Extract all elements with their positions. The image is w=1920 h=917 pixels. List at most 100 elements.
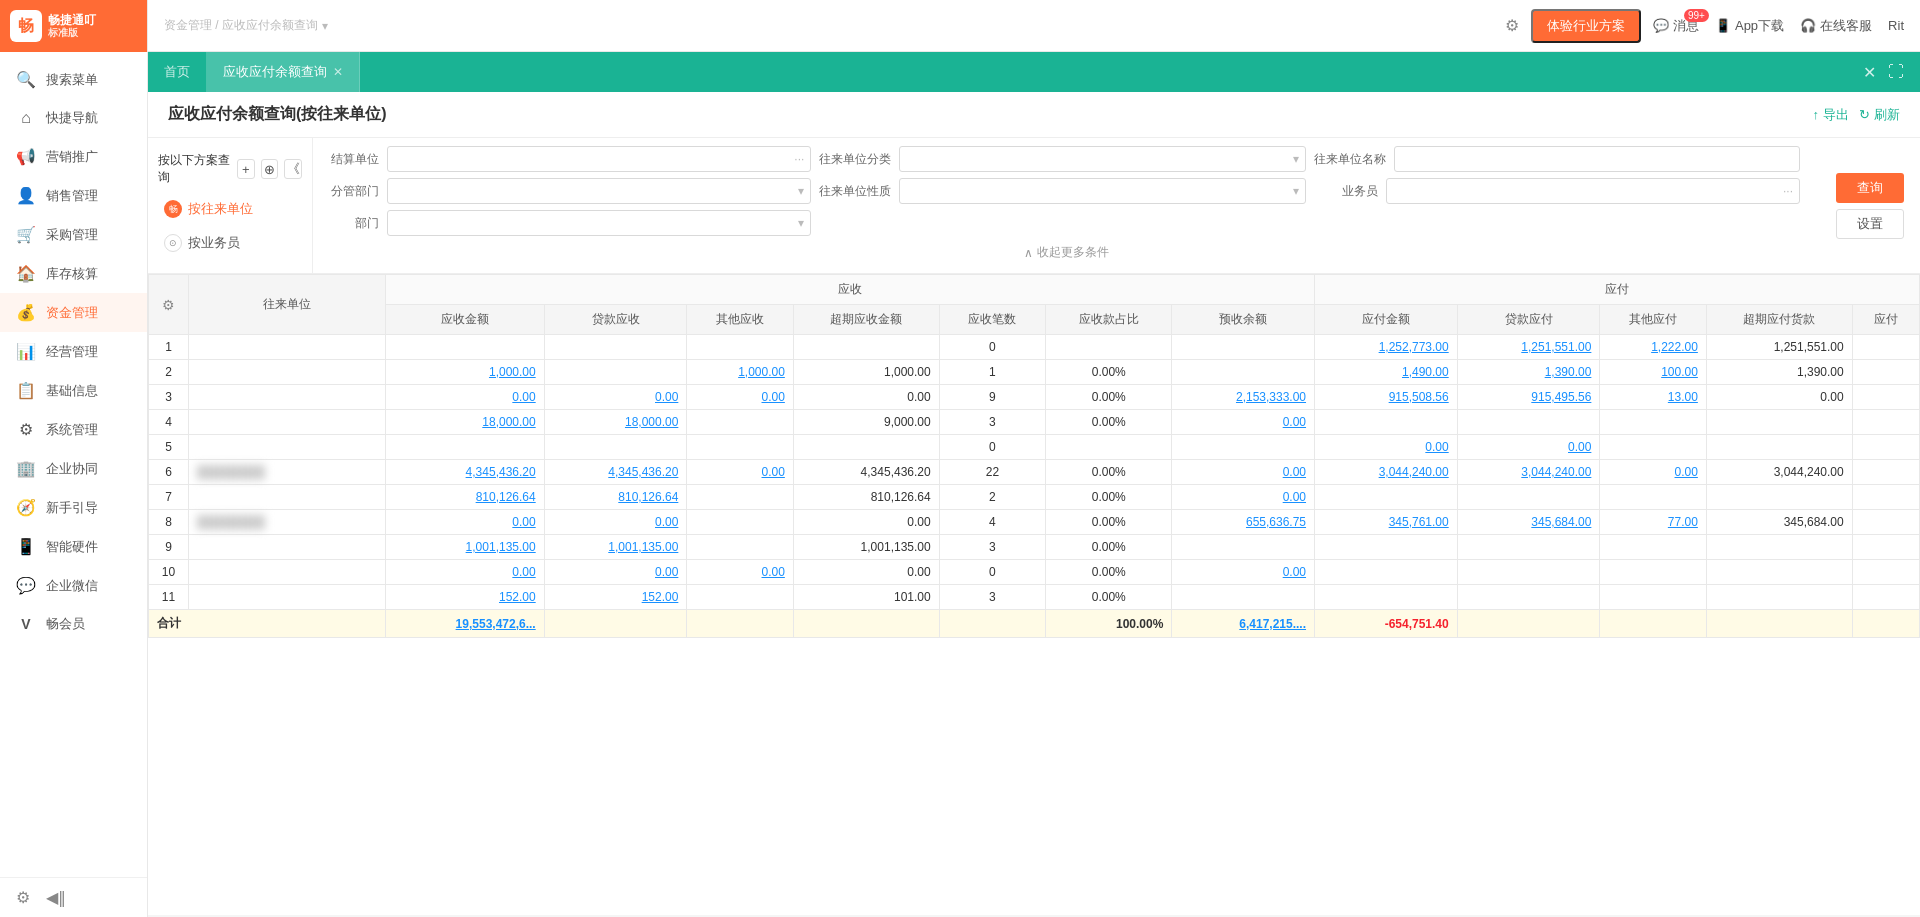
breadcrumb-dropdown[interactable]: ▾ bbox=[322, 19, 328, 33]
ar-prepay[interactable] bbox=[1172, 360, 1315, 385]
ar-amount[interactable] bbox=[385, 435, 544, 460]
ap-other[interactable]: 100.00 bbox=[1600, 360, 1707, 385]
sidebar-item-purchase[interactable]: 🛒 采购管理 bbox=[0, 215, 147, 254]
ar-loan[interactable]: 0.00 bbox=[544, 510, 687, 535]
ar-loan[interactable]: 152.00 bbox=[544, 585, 687, 610]
sidebar-item-vip[interactable]: V 畅会员 bbox=[0, 605, 147, 643]
ap-other[interactable]: 1,222.00 bbox=[1600, 335, 1707, 360]
ar-prepay[interactable]: 0.00 bbox=[1172, 460, 1315, 485]
refresh-button[interactable]: ↻ 刷新 bbox=[1859, 106, 1900, 124]
ar-other[interactable]: 0.00 bbox=[687, 385, 794, 410]
collapse-query-button[interactable]: 《 bbox=[284, 159, 302, 179]
sidebar-item-hardware[interactable]: 📱 智能硬件 bbox=[0, 527, 147, 566]
tab-balance[interactable]: 应收应付余额查询 ✕ bbox=[207, 52, 360, 92]
sidebar-item-basic[interactable]: 📋 基础信息 bbox=[0, 371, 147, 410]
ar-amount[interactable]: 152.00 bbox=[385, 585, 544, 610]
ar-other[interactable] bbox=[687, 510, 794, 535]
query-by-staff[interactable]: ⊙ 按业务员 bbox=[148, 226, 312, 260]
ap-amount[interactable] bbox=[1315, 585, 1458, 610]
salesman-input[interactable]: ··· bbox=[1386, 178, 1800, 204]
partner-name-input[interactable] bbox=[1394, 146, 1800, 172]
sidebar-item-wechat[interactable]: 💬 企业微信 bbox=[0, 566, 147, 605]
ar-other[interactable] bbox=[687, 435, 794, 460]
ap-loan[interactable]: 1,390.00 bbox=[1457, 360, 1600, 385]
ap-other[interactable]: 13.00 bbox=[1600, 385, 1707, 410]
ar-loan[interactable]: 18,000.00 bbox=[544, 410, 687, 435]
ap-amount[interactable]: 0.00 bbox=[1315, 435, 1458, 460]
sidebar-item-system[interactable]: ⚙ 系统管理 bbox=[0, 410, 147, 449]
ap-other[interactable] bbox=[1600, 585, 1707, 610]
ar-amount[interactable] bbox=[385, 335, 544, 360]
ap-loan[interactable] bbox=[1457, 535, 1600, 560]
topbar-gear-icon[interactable]: ⚙ bbox=[1505, 16, 1519, 35]
ap-loan[interactable] bbox=[1457, 585, 1600, 610]
settings-button[interactable]: 设置 bbox=[1836, 209, 1904, 239]
ar-other[interactable] bbox=[687, 410, 794, 435]
ar-amount[interactable]: 4,345,436.20 bbox=[385, 460, 544, 485]
add-query-button[interactable]: + bbox=[237, 159, 255, 179]
sidebar-item-inventory[interactable]: 🏠 库存核算 bbox=[0, 254, 147, 293]
ar-loan[interactable] bbox=[544, 360, 687, 385]
query-button[interactable]: 查询 bbox=[1836, 173, 1904, 203]
ap-amount[interactable] bbox=[1315, 560, 1458, 585]
branch-dept-input[interactable]: ▾ bbox=[387, 178, 811, 204]
ar-loan[interactable]: 1,001,135.00 bbox=[544, 535, 687, 560]
ap-loan[interactable] bbox=[1457, 560, 1600, 585]
ap-amount[interactable]: 3,044,240.00 bbox=[1315, 460, 1458, 485]
topbar-message-button[interactable]: 💬 消息 99+ bbox=[1653, 17, 1699, 35]
sidebar-item-nav[interactable]: ⌂ 快捷导航 bbox=[0, 99, 147, 137]
ar-prepay[interactable] bbox=[1172, 585, 1315, 610]
ap-other[interactable] bbox=[1600, 410, 1707, 435]
ap-loan[interactable]: 0.00 bbox=[1457, 435, 1600, 460]
ar-other[interactable] bbox=[687, 485, 794, 510]
ar-loan[interactable]: 4,345,436.20 bbox=[544, 460, 687, 485]
sidebar-item-marketing[interactable]: 📢 营销推广 bbox=[0, 137, 147, 176]
topbar-online-service[interactable]: 🎧 在线客服 bbox=[1800, 17, 1872, 35]
topbar-app-download[interactable]: 📱 App下载 bbox=[1715, 17, 1784, 35]
ap-amount[interactable] bbox=[1315, 485, 1458, 510]
ar-other[interactable] bbox=[687, 535, 794, 560]
ar-loan[interactable] bbox=[544, 335, 687, 360]
ar-amount[interactable]: 810,126.64 bbox=[385, 485, 544, 510]
ar-other[interactable]: 0.00 bbox=[687, 560, 794, 585]
sidebar-item-business[interactable]: 📊 经营管理 bbox=[0, 332, 147, 371]
partner-category-input[interactable]: ▾ bbox=[899, 146, 1305, 172]
ar-prepay[interactable] bbox=[1172, 335, 1315, 360]
ar-loan[interactable]: 0.00 bbox=[544, 385, 687, 410]
ar-prepay[interactable] bbox=[1172, 435, 1315, 460]
table-settings-icon[interactable]: ⚙ bbox=[162, 297, 175, 313]
ar-prepay[interactable] bbox=[1172, 535, 1315, 560]
close-window-icon[interactable]: ✕ bbox=[1863, 63, 1876, 82]
tab-close-icon[interactable]: ✕ bbox=[333, 65, 343, 79]
ar-loan[interactable] bbox=[544, 435, 687, 460]
sidebar-item-guide[interactable]: 🧭 新手引导 bbox=[0, 488, 147, 527]
ap-other[interactable] bbox=[1600, 485, 1707, 510]
tab-home[interactable]: 首页 bbox=[148, 52, 207, 92]
ap-amount[interactable]: 915,508.56 bbox=[1315, 385, 1458, 410]
ap-other[interactable]: 0.00 bbox=[1600, 460, 1707, 485]
ar-other[interactable] bbox=[687, 335, 794, 360]
ar-prepay[interactable]: 655,636.75 bbox=[1172, 510, 1315, 535]
settings-icon[interactable]: ⚙ bbox=[16, 888, 30, 907]
ap-other[interactable] bbox=[1600, 560, 1707, 585]
ar-loan[interactable]: 0.00 bbox=[544, 560, 687, 585]
footer-ar-total[interactable]: 19,553,472,6... bbox=[385, 610, 544, 638]
partner-nature-input[interactable]: ▾ bbox=[899, 178, 1305, 204]
ap-loan[interactable] bbox=[1457, 410, 1600, 435]
ap-loan[interactable]: 3,044,240.00 bbox=[1457, 460, 1600, 485]
ar-loan[interactable]: 810,126.64 bbox=[544, 485, 687, 510]
sidebar-item-sales[interactable]: 👤 销售管理 bbox=[0, 176, 147, 215]
ar-prepay[interactable]: 2,153,333.00 bbox=[1172, 385, 1315, 410]
ap-other[interactable]: 77.00 bbox=[1600, 510, 1707, 535]
ar-prepay[interactable]: 0.00 bbox=[1172, 410, 1315, 435]
ar-amount[interactable]: 1,000.00 bbox=[385, 360, 544, 385]
collapse-more[interactable]: ∧ 收起更多条件 bbox=[325, 240, 1808, 265]
promo-button[interactable]: 体验行业方案 bbox=[1531, 9, 1641, 43]
dept-input[interactable]: ▾ bbox=[387, 210, 811, 236]
ar-other[interactable]: 0.00 bbox=[687, 460, 794, 485]
ar-other[interactable] bbox=[687, 585, 794, 610]
ap-loan[interactable]: 1,251,551.00 bbox=[1457, 335, 1600, 360]
ar-prepay[interactable]: 0.00 bbox=[1172, 485, 1315, 510]
ap-amount[interactable] bbox=[1315, 410, 1458, 435]
ar-amount[interactable]: 0.00 bbox=[385, 510, 544, 535]
